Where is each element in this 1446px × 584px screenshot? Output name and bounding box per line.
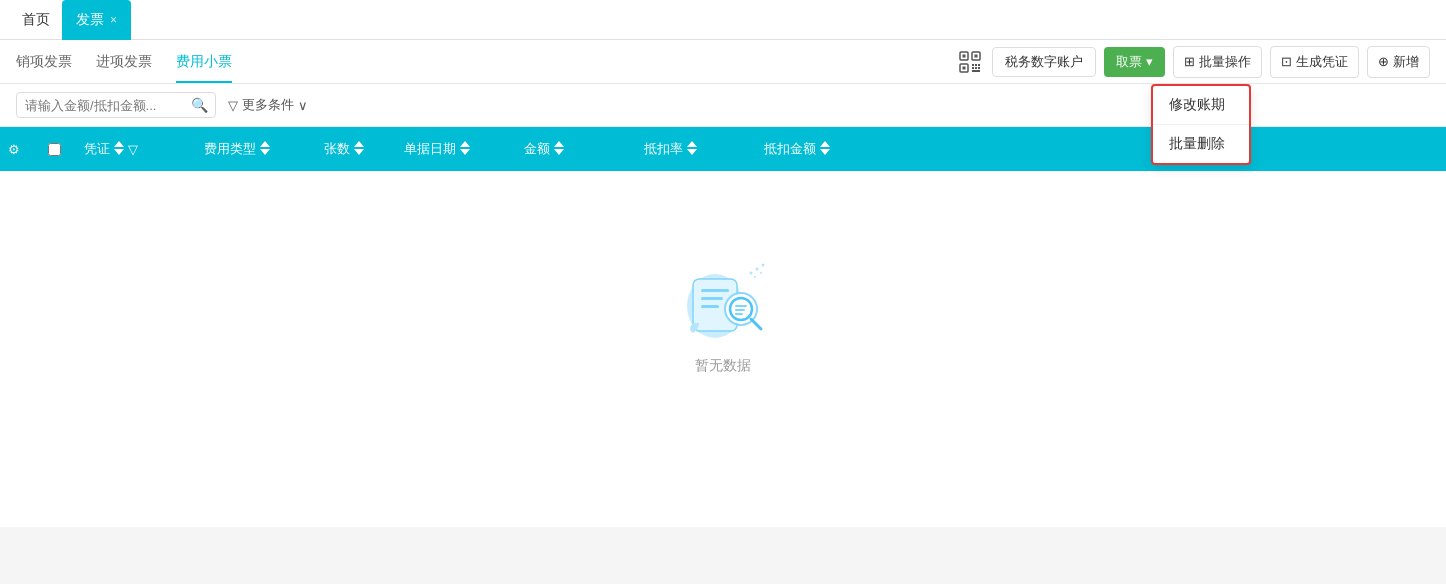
select-all-checkbox[interactable] — [48, 143, 61, 156]
th-voucher: 凭证 ▽ — [76, 140, 196, 158]
sub-tab-sale[interactable]: 销项发票 — [16, 40, 72, 83]
svg-rect-7 — [975, 64, 977, 66]
sub-tabs-bar: 销项发票 进项发票 费用小票 — [0, 40, 1446, 84]
sub-tab-expense[interactable]: 费用小票 — [176, 40, 232, 83]
svg-point-42 — [760, 272, 762, 274]
svg-marker-14 — [114, 149, 124, 155]
svg-rect-30 — [701, 297, 723, 300]
th-deduct-rate-sort-icon[interactable] — [687, 141, 697, 158]
th-amount-sort-icon[interactable] — [554, 141, 564, 158]
th-date: 单据日期 — [396, 140, 516, 158]
nav-tab-invoice[interactable]: 发票 × — [62, 0, 131, 40]
batch-op-label: 批量操作 — [1199, 53, 1251, 71]
th-deduct-amount-sort-icon[interactable] — [820, 141, 830, 158]
svg-rect-37 — [735, 313, 743, 315]
take-ticket-button[interactable]: 取票 ▾ — [1104, 47, 1165, 77]
generate-voucher-icon: ⊡ — [1281, 54, 1292, 69]
empty-state: 暂无数据 — [0, 171, 1446, 415]
qr-icon[interactable] — [956, 48, 984, 76]
th-settings[interactable]: ⚙ — [0, 142, 40, 157]
svg-marker-25 — [820, 141, 830, 147]
batch-op-icon: ⊞ — [1184, 54, 1195, 69]
svg-point-39 — [756, 268, 759, 271]
filter-more-button[interactable]: ▽ 更多条件 ∨ — [228, 96, 308, 114]
settings-icon: ⚙ — [8, 142, 20, 157]
nav-tab-close-icon[interactable]: × — [110, 13, 117, 27]
svg-rect-31 — [701, 305, 719, 308]
svg-rect-3 — [963, 54, 966, 57]
dropdown-item-modify-period[interactable]: 修改账期 — [1153, 86, 1249, 124]
dropdown-item-batch-delete[interactable]: 批量删除 — [1153, 124, 1249, 163]
svg-rect-12 — [972, 70, 980, 72]
search-input[interactable] — [25, 98, 185, 113]
svg-line-34 — [751, 319, 761, 329]
th-count: 张数 — [316, 140, 396, 158]
svg-marker-24 — [687, 149, 697, 155]
svg-marker-26 — [820, 149, 830, 155]
svg-marker-19 — [460, 141, 470, 147]
nav-home[interactable]: 首页 — [10, 11, 62, 29]
empty-icon — [673, 251, 773, 341]
search-input-wrap: 🔍 — [16, 92, 216, 118]
voucher-filter-icon[interactable]: ▽ — [128, 142, 138, 157]
svg-marker-13 — [114, 141, 124, 147]
toolbar-right: 税务数字账户 取票 ▾ ⊞ 批量操作 ⊡ 生成凭证 ⊕ 新增 — [956, 46, 1430, 78]
th-expense-type: 费用类型 — [196, 140, 316, 158]
sub-tabs: 销项发票 进项发票 费用小票 — [16, 40, 232, 83]
svg-marker-16 — [260, 149, 270, 155]
th-count-sort-icon[interactable] — [354, 141, 364, 158]
svg-marker-15 — [260, 141, 270, 147]
empty-text: 暂无数据 — [695, 357, 751, 375]
svg-point-40 — [762, 264, 765, 267]
sub-tab-input[interactable]: 进项发票 — [96, 40, 152, 83]
new-icon: ⊕ — [1378, 54, 1389, 69]
main-content: ⚙ 凭证 ▽ 费用类型 张数 单据日期 — [0, 127, 1446, 527]
svg-marker-20 — [460, 149, 470, 155]
search-icon[interactable]: 🔍 — [191, 97, 208, 113]
svg-rect-11 — [978, 67, 980, 69]
th-expense-type-sort-icon[interactable] — [260, 141, 270, 158]
filter-more-label: 更多条件 — [242, 96, 294, 114]
th-checkbox[interactable] — [40, 143, 76, 156]
filter-chevron-icon: ∨ — [298, 98, 308, 113]
take-ticket-label: 取票 — [1116, 53, 1142, 71]
svg-rect-29 — [701, 289, 729, 292]
generate-voucher-button[interactable]: ⊡ 生成凭证 — [1270, 46, 1359, 78]
th-deduct-amount: 抵扣金额 — [756, 140, 896, 158]
tax-digital-button[interactable]: 税务数字账户 — [992, 47, 1096, 77]
take-ticket-chevron: ▾ — [1146, 54, 1153, 69]
svg-marker-21 — [554, 141, 564, 147]
svg-point-38 — [750, 272, 753, 275]
batch-op-dropdown: 修改账期 批量删除 — [1151, 84, 1251, 165]
new-button[interactable]: ⊕ 新增 — [1367, 46, 1430, 78]
th-voucher-sort-icon[interactable] — [114, 141, 124, 158]
th-amount: 金额 — [516, 140, 636, 158]
filter-icon: ▽ — [228, 98, 238, 113]
svg-marker-23 — [687, 141, 697, 147]
svg-rect-8 — [972, 67, 974, 69]
svg-rect-4 — [975, 54, 978, 57]
new-label: 新增 — [1393, 53, 1419, 71]
svg-rect-36 — [735, 309, 745, 311]
svg-rect-6 — [972, 64, 974, 66]
svg-marker-18 — [354, 149, 364, 155]
nav-tab-invoice-label: 发票 — [76, 11, 104, 29]
svg-marker-17 — [354, 141, 364, 147]
batch-op-button[interactable]: ⊞ 批量操作 — [1173, 46, 1262, 78]
th-date-sort-icon[interactable] — [460, 141, 470, 158]
generate-voucher-label: 生成凭证 — [1296, 53, 1348, 71]
svg-rect-10 — [978, 64, 980, 66]
svg-point-41 — [754, 276, 756, 278]
svg-rect-5 — [963, 66, 966, 69]
svg-rect-35 — [735, 305, 747, 307]
top-nav: 首页 发票 × — [0, 0, 1446, 40]
svg-marker-22 — [554, 149, 564, 155]
th-deduct-rate: 抵扣率 — [636, 140, 756, 158]
svg-rect-9 — [975, 67, 977, 69]
